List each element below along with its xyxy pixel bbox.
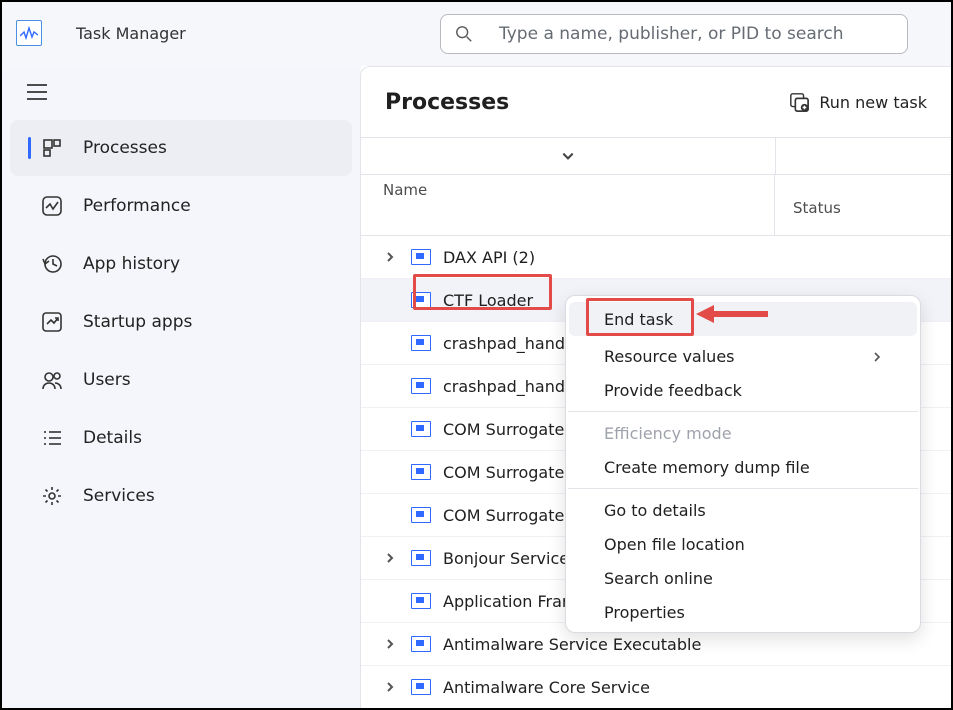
run-task-icon: [789, 92, 809, 112]
disclosure-toggle[interactable]: [383, 553, 397, 563]
sidebar-item-label: Services: [83, 486, 155, 506]
context-menu: End task Resource values Provide feedback E…: [565, 295, 921, 633]
column-header-status-spacer: [776, 138, 951, 174]
process-name: COM Surrogate: [443, 506, 564, 525]
menu-icon: [26, 83, 48, 101]
process-icon: [411, 679, 431, 695]
sidebar-item-label: Processes: [83, 138, 167, 158]
menu-item[interactable]: Properties: [566, 595, 920, 629]
disclosure-toggle[interactable]: [383, 639, 397, 649]
menu-item[interactable]: Go to details: [566, 493, 920, 527]
details-icon: [41, 427, 63, 449]
history-icon: [41, 253, 63, 275]
disclosure-toggle[interactable]: [383, 682, 397, 692]
process-icon: [411, 593, 431, 609]
hamburger-button[interactable]: [2, 66, 360, 118]
app-icon: [16, 20, 42, 46]
chevron-right-icon: [872, 347, 882, 366]
menu-item: Efficiency mode: [566, 416, 920, 450]
menu-item-label: Efficiency mode: [604, 424, 732, 443]
column-labels: Name Status: [361, 175, 951, 236]
column-name[interactable]: Name: [383, 181, 427, 199]
process-name: Bonjour Service: [443, 549, 569, 568]
sidebar: Processes Performance App history Startup a…: [2, 66, 361, 708]
process-icon: [411, 378, 431, 394]
process-row[interactable]: DAX API (2): [361, 236, 951, 279]
menu-item-label: Go to details: [604, 501, 706, 520]
sidebar-item-label: Users: [83, 370, 131, 390]
services-icon: [41, 485, 63, 507]
menu-item-label: Resource values: [604, 347, 735, 366]
menu-item[interactable]: Search online: [566, 561, 920, 595]
menu-item-label: End task: [604, 310, 673, 329]
column-status[interactable]: Status: [793, 199, 841, 217]
menu-item-label: Open file location: [604, 535, 745, 554]
sidebar-item-services[interactable]: Services: [10, 468, 352, 524]
menu-item-label: Properties: [604, 603, 685, 622]
startup-icon: [41, 311, 63, 333]
main-header: Processes Run new task: [361, 67, 951, 137]
process-row[interactable]: Antimalware Core Service: [361, 666, 951, 709]
search-input[interactable]: Type a name, publisher, or PID to search: [440, 14, 908, 54]
title-bar: Task Manager Type a name, publisher, or …: [2, 2, 951, 64]
menu-item[interactable]: Provide feedback: [566, 373, 920, 407]
chevron-down-icon: [561, 149, 575, 163]
sidebar-item-processes[interactable]: Processes: [10, 120, 352, 176]
menu-item-label: Provide feedback: [604, 381, 742, 400]
sidebar-item-users[interactable]: Users: [10, 352, 352, 408]
menu-item[interactable]: Open file location: [566, 527, 920, 561]
sidebar-item-performance[interactable]: Performance: [10, 178, 352, 234]
process-icon: [411, 292, 431, 308]
process-name: COM Surrogate: [443, 420, 564, 439]
app-title: Task Manager: [76, 24, 186, 43]
run-task-label: Run new task: [819, 93, 927, 112]
process-icon: [411, 550, 431, 566]
process-name: CTF Loader: [443, 291, 533, 310]
process-name: DAX API (2): [443, 248, 535, 267]
sidebar-item-details[interactable]: Details: [10, 410, 352, 466]
menu-item-label: Search online: [604, 569, 713, 588]
column-header-row: [361, 137, 951, 175]
process-name: Antimalware Core Service: [443, 678, 650, 697]
menu-item[interactable]: Resource values: [566, 339, 920, 373]
sidebar-item-history[interactable]: App history: [10, 236, 352, 292]
window: Task Manager Type a name, publisher, or …: [0, 0, 953, 710]
process-icon: [411, 249, 431, 265]
users-icon: [41, 369, 63, 391]
sidebar-item-startup[interactable]: Startup apps: [10, 294, 352, 350]
menu-item[interactable]: End task: [569, 302, 917, 336]
column-collapse-toggle[interactable]: [361, 138, 776, 174]
process-icon: [411, 636, 431, 652]
menu-item[interactable]: Create memory dump file: [566, 450, 920, 484]
page-title: Processes: [385, 90, 509, 115]
process-icon: [411, 464, 431, 480]
search-icon: [455, 25, 473, 43]
process-icon: [411, 507, 431, 523]
sidebar-item-label: Startup apps: [83, 312, 192, 332]
processes-icon: [41, 137, 63, 159]
sidebar-item-label: App history: [83, 254, 180, 274]
run-new-task-button[interactable]: Run new task: [789, 92, 927, 112]
performance-icon: [41, 195, 63, 217]
process-name: Antimalware Service Executable: [443, 635, 701, 654]
menu-item-label: Create memory dump file: [604, 458, 810, 477]
disclosure-toggle[interactable]: [383, 252, 397, 262]
sidebar-item-label: Performance: [83, 196, 191, 216]
process-icon: [411, 421, 431, 437]
process-icon: [411, 335, 431, 351]
search-placeholder: Type a name, publisher, or PID to search: [499, 24, 843, 44]
process-name: COM Surrogate: [443, 463, 564, 482]
sidebar-item-label: Details: [83, 428, 142, 448]
